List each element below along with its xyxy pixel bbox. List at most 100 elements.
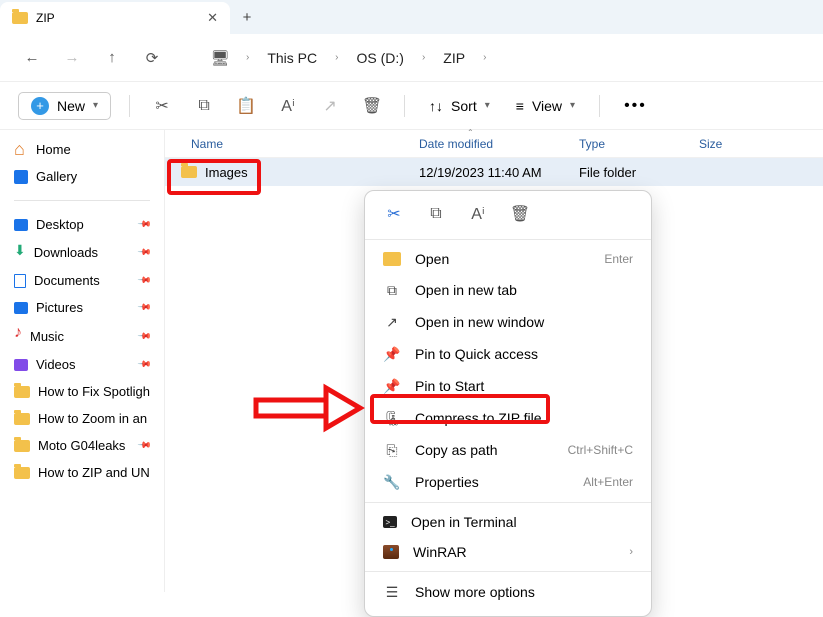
- pin-icon: 📌: [383, 377, 401, 395]
- more-button[interactable]: •••: [618, 97, 653, 115]
- paste-icon[interactable]: 📋: [232, 92, 260, 120]
- separator: [129, 95, 130, 117]
- folder-icon: [383, 252, 401, 266]
- delete-icon[interactable]: 🗑: [509, 203, 531, 225]
- plus-icon: +: [31, 97, 49, 115]
- view-icon: ≡: [516, 98, 524, 114]
- more-icon: ☰: [383, 583, 401, 601]
- col-date[interactable]: Date modified: [415, 137, 575, 151]
- path-icon: ⎘: [383, 441, 401, 459]
- view-button[interactable]: ≡ View ▾: [510, 98, 581, 114]
- menu-compress-zip[interactable]: 🗜Compress to ZIP file: [365, 402, 651, 434]
- sort-arrow-icon: ⌃: [467, 128, 474, 137]
- menu-open-new-tab[interactable]: ⧉Open in new tab: [365, 274, 651, 306]
- music-icon: [14, 327, 22, 345]
- document-icon: [14, 274, 26, 288]
- close-tab-icon[interactable]: ✕: [207, 10, 218, 26]
- separator: [14, 200, 150, 201]
- cut-icon[interactable]: ✂: [148, 92, 176, 120]
- chevron-right-icon: ›: [483, 52, 486, 63]
- sidebar-gallery[interactable]: Gallery: [4, 163, 160, 190]
- back-button[interactable]: ←: [18, 44, 46, 72]
- sidebar-folder[interactable]: How to Zoom in an: [4, 405, 160, 432]
- sidebar-downloads[interactable]: Downloads📌: [4, 238, 160, 267]
- column-headers: Name Date modified Type Size: [165, 130, 823, 158]
- folder-icon: [14, 467, 30, 479]
- context-menu: ✂ ⧉ Aⁱ 🗑 OpenEnter ⧉Open in new tab ↗Ope…: [364, 190, 652, 617]
- newtab-icon: ⧉: [383, 281, 401, 299]
- menu-properties[interactable]: 🔧PropertiesAlt+Enter: [365, 466, 651, 498]
- copy-icon[interactable]: ⧉: [190, 92, 218, 120]
- breadcrumb-zip[interactable]: ZIP: [437, 50, 471, 66]
- chevron-right-icon: ›: [246, 52, 249, 63]
- sidebar-music[interactable]: Music📌: [4, 321, 160, 351]
- chevron-right-icon: ›: [335, 52, 338, 63]
- breadcrumb-this-pc[interactable]: This PC: [261, 50, 323, 66]
- picture-icon: [14, 302, 28, 314]
- share-icon[interactable]: ↗: [316, 92, 344, 120]
- sidebar-pictures[interactable]: Pictures📌: [4, 294, 160, 321]
- up-button[interactable]: ↑: [98, 44, 126, 72]
- separator: [365, 571, 651, 572]
- rename-icon[interactable]: Aⁱ: [467, 203, 489, 225]
- menu-open[interactable]: OpenEnter: [365, 244, 651, 274]
- sidebar-folder[interactable]: How to ZIP and UN: [4, 459, 160, 486]
- menu-open-new-window[interactable]: ↗Open in new window: [365, 306, 651, 338]
- folder-icon: [14, 386, 30, 398]
- copy-icon[interactable]: ⧉: [425, 203, 447, 225]
- file-type: File folder: [575, 165, 695, 180]
- menu-pin-quick[interactable]: 📌Pin to Quick access: [365, 338, 651, 370]
- chevron-down-icon: ▾: [570, 100, 575, 111]
- download-icon: [14, 244, 26, 261]
- pin-icon: 📌: [137, 357, 153, 373]
- separator: [365, 502, 651, 503]
- breadcrumb-os[interactable]: OS (D:): [350, 50, 409, 66]
- col-size[interactable]: Size: [695, 137, 823, 151]
- sidebar: Home Gallery Desktop📌 Downloads📌 Documen…: [0, 130, 165, 592]
- tab-active[interactable]: ZIP ✕: [0, 2, 230, 34]
- new-button[interactable]: + New ▾: [18, 92, 111, 120]
- menu-open-terminal[interactable]: >_Open in Terminal: [365, 507, 651, 537]
- pin-icon: 📌: [137, 328, 153, 344]
- terminal-icon: >_: [383, 516, 397, 528]
- forward-button[interactable]: →: [58, 44, 86, 72]
- delete-icon[interactable]: 🗑: [358, 92, 386, 120]
- rename-icon[interactable]: Aⁱ: [274, 92, 302, 120]
- pin-icon: 📌: [137, 438, 153, 454]
- col-type[interactable]: Type: [575, 137, 695, 151]
- cut-icon[interactable]: ✂: [383, 203, 405, 225]
- monitor-icon[interactable]: 🖥: [206, 44, 234, 72]
- gear-icon: 🔧: [383, 473, 401, 491]
- sidebar-folder[interactable]: How to Fix Spotligh: [4, 378, 160, 405]
- separator: [365, 239, 651, 240]
- sort-button[interactable]: ↑↓ Sort ▾: [423, 98, 496, 114]
- pin-icon: 📌: [137, 273, 153, 289]
- file-date: 12/19/2023 11:40 AM: [415, 165, 575, 180]
- file-name: Images: [205, 165, 248, 180]
- chevron-right-icon: ›: [422, 52, 425, 63]
- sidebar-home[interactable]: Home: [4, 136, 160, 163]
- new-tab-button[interactable]: +: [230, 0, 264, 34]
- annotation-arrow: [256, 386, 362, 435]
- col-name[interactable]: Name: [165, 137, 415, 151]
- menu-pin-start[interactable]: 📌Pin to Start: [365, 370, 651, 402]
- sidebar-documents[interactable]: Documents📌: [4, 267, 160, 294]
- menu-winrar[interactable]: WinRAR›: [365, 537, 651, 567]
- sidebar-videos[interactable]: Videos📌: [4, 351, 160, 378]
- menu-show-more[interactable]: ☰Show more options: [365, 576, 651, 608]
- menu-copy-path[interactable]: ⎘Copy as pathCtrl+Shift+C: [365, 434, 651, 466]
- pin-icon: 📌: [383, 345, 401, 363]
- folder-icon: [14, 440, 30, 452]
- sidebar-folder[interactable]: Moto G04leaks📌: [4, 432, 160, 459]
- folder-icon: [181, 166, 197, 178]
- sidebar-desktop[interactable]: Desktop📌: [4, 211, 160, 238]
- tab-title: ZIP: [36, 11, 199, 25]
- file-row[interactable]: Images 12/19/2023 11:40 AM File folder: [165, 158, 823, 186]
- folder-icon: [12, 12, 28, 24]
- gallery-icon: [14, 170, 28, 184]
- desktop-icon: [14, 219, 28, 231]
- context-toolbar: ✂ ⧉ Aⁱ 🗑: [365, 199, 651, 235]
- newwindow-icon: ↗: [383, 313, 401, 331]
- folder-icon: [14, 413, 30, 425]
- refresh-button[interactable]: ⟳: [138, 44, 166, 72]
